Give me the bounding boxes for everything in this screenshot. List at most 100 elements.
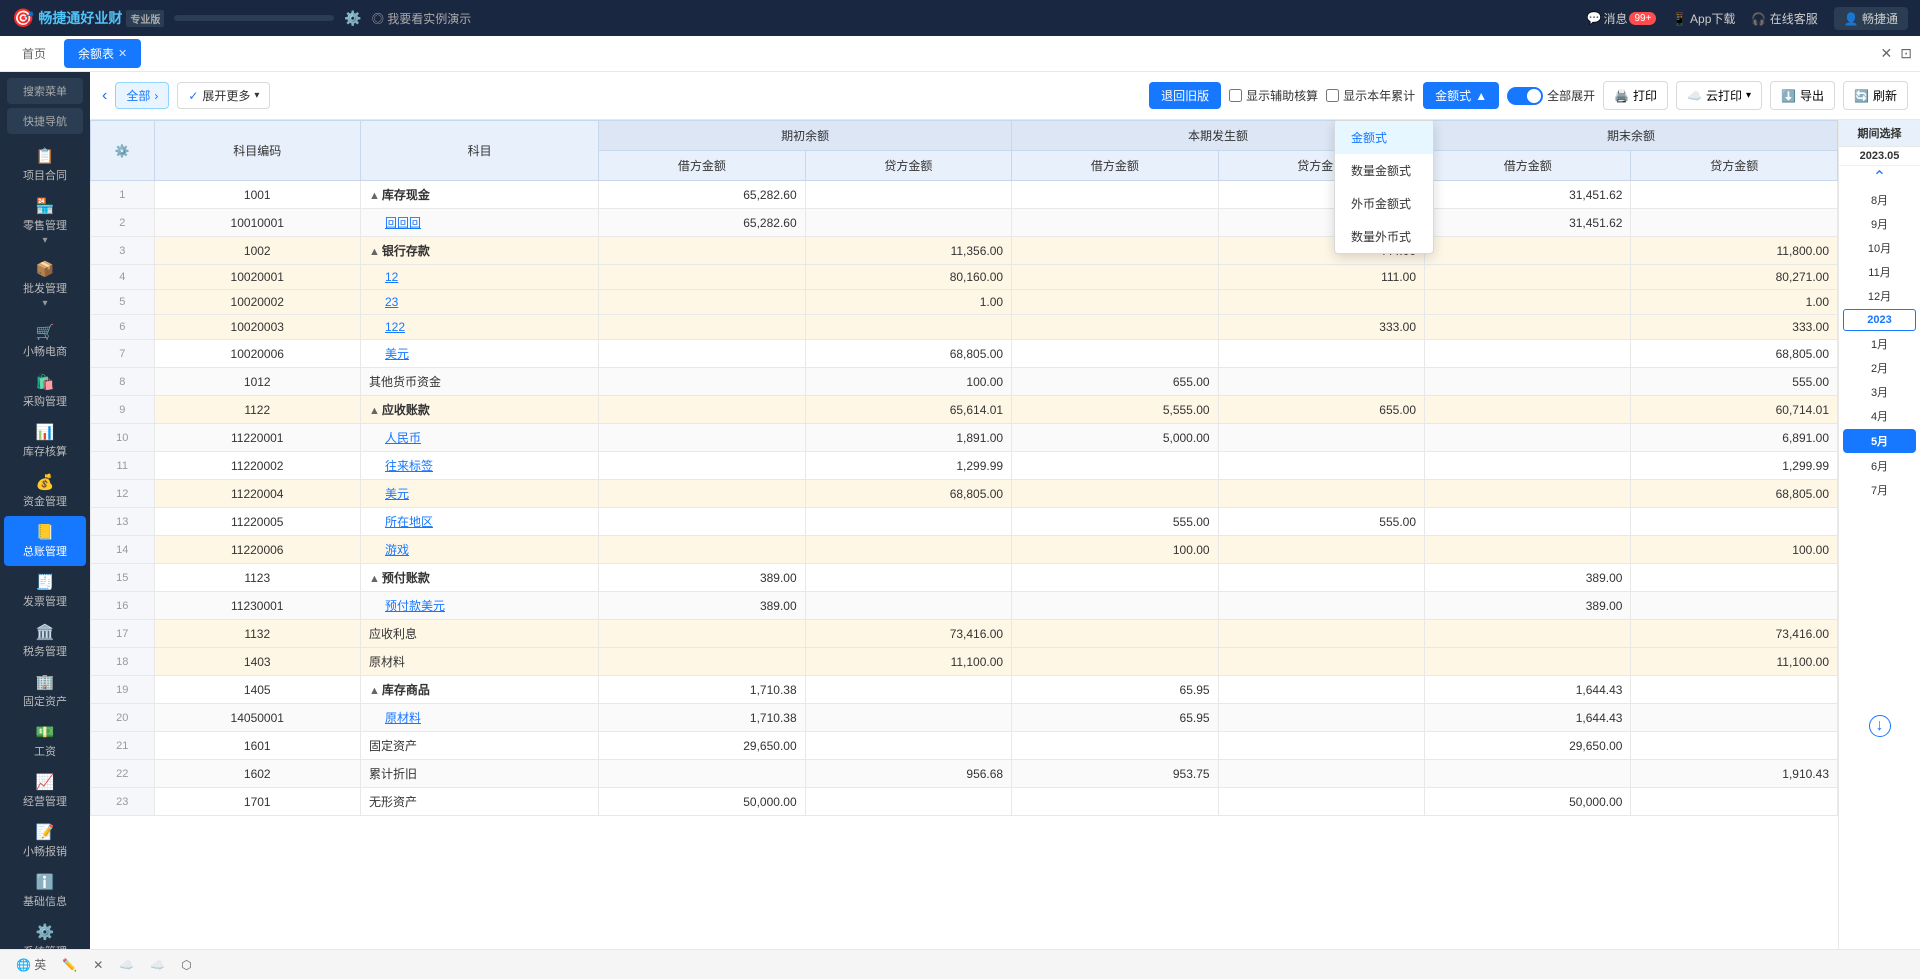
table-row: 1111220002往来标签1,299.991,299.99 <box>91 452 1838 480</box>
cell-name[interactable]: 美元 <box>360 480 598 508</box>
sidebar-item-basic[interactable]: ℹ️ 基础信息 <box>0 866 90 916</box>
cell-period-debit: 100.00 <box>1012 536 1218 564</box>
service-btn[interactable]: 🎧 在线客服 <box>1751 10 1817 27</box>
refresh-btn[interactable]: 🔄 刷新 <box>1843 81 1908 110</box>
toggle-switch[interactable] <box>1507 87 1543 105</box>
table-area: ⚙️ 科目编码 科目 期初余额 本期发生额 期末余额 借方金额 贷方金额 借方金… <box>90 120 1838 949</box>
period-item-12[interactable]: 12月 <box>1839 284 1920 308</box>
sidebar-item-ledger[interactable]: 📒 总账管理 <box>4 516 86 566</box>
cell-code: 1132 <box>154 620 360 648</box>
cell-closing-debit <box>1425 265 1631 290</box>
sidebar-item-wholesale[interactable]: 📦 批发管理 ▾ <box>0 253 90 316</box>
cell-closing-credit: 60,714.01 <box>1631 396 1838 424</box>
sidebar-item-salary[interactable]: 💵 工资 <box>0 716 90 766</box>
period-item-6[interactable]: 6月 <box>1839 454 1920 478</box>
sidebar-item-tax[interactable]: 🏛️ 税务管理 <box>0 616 90 666</box>
tab-balance[interactable]: 余额表 ✕ <box>64 39 141 68</box>
sidebar-item-system[interactable]: ⚙️ 系统管理 <box>0 916 90 949</box>
nav-back-icon[interactable]: ‹ <box>102 87 107 105</box>
aux-checkbox[interactable] <box>1229 89 1242 102</box>
period-item-1[interactable]: 1月 <box>1839 332 1920 356</box>
col-settings[interactable]: ⚙️ <box>91 121 155 181</box>
cell-name[interactable]: 所在地区 <box>360 508 598 536</box>
dropdown-item-fx-amount[interactable]: 外币金额式 <box>1335 187 1433 220</box>
period-item-10[interactable]: 10月 <box>1839 236 1920 260</box>
cloud-print-btn[interactable]: ☁️ 云打印 ▾ <box>1676 81 1762 110</box>
period-item-year-2023[interactable]: 2023 <box>1843 309 1916 331</box>
table-row: 81012其他货币资金100.00655.00555.00 <box>91 368 1838 396</box>
aux-check-label[interactable]: 显示辅助核算 <box>1229 87 1318 104</box>
ytd-checkbox[interactable] <box>1326 89 1339 102</box>
status-text-1[interactable]: 🌐 英 <box>16 956 46 973</box>
sidebar-item-funds[interactable]: 💰 资金管理 <box>0 466 90 516</box>
wholesale-icon: 📦 <box>36 260 55 278</box>
period-scroll-up[interactable]: ⌃ <box>1839 166 1920 188</box>
quick-nav[interactable]: 快捷导航 <box>7 108 83 134</box>
expand-all-toggle[interactable]: 全部展开 <box>1507 87 1595 105</box>
cell-period-credit <box>1218 368 1424 396</box>
cell-name[interactable]: 人民币 <box>360 424 598 452</box>
status-text-5[interactable]: ☁️ <box>150 958 165 972</box>
period-item-11[interactable]: 11月 <box>1839 260 1920 284</box>
tab-close-icon[interactable]: ✕ <box>118 47 127 60</box>
sidebar-item-retail[interactable]: 🏪 零售管理 ▾ <box>0 190 90 253</box>
print-btn[interactable]: 🖨️ 打印 <box>1603 81 1668 110</box>
sidebar-item-inventory[interactable]: 📊 库存核算 <box>0 416 90 466</box>
cell-name[interactable]: 回回回 <box>360 209 598 237</box>
breadcrumb-all[interactable]: 全部 › <box>115 82 169 109</box>
sidebar-item-assets[interactable]: 🏢 固定资产 <box>0 666 90 716</box>
export-btn[interactable]: ⬇️ 导出 <box>1770 81 1835 110</box>
ytd-check-label[interactable]: 显示本年累计 <box>1326 87 1415 104</box>
period-item-9[interactable]: 9月 <box>1839 212 1920 236</box>
cell-name: 累计折旧 <box>360 760 598 788</box>
status-text-3[interactable]: ✕ <box>93 958 103 972</box>
cell-name[interactable]: 美元 <box>360 340 598 368</box>
period-item-4[interactable]: 4月 <box>1839 404 1920 428</box>
status-text-4[interactable]: ☁️ <box>119 958 134 972</box>
style-btn[interactable]: 金额式 ▲ <box>1423 82 1499 109</box>
period-item-2[interactable]: 2月 <box>1839 356 1920 380</box>
tab-home[interactable]: 首页 <box>8 39 60 68</box>
dropdown-item-amount[interactable]: 金额式 <box>1335 121 1433 154</box>
demo-link[interactable]: ◎ 我要看实例演示 <box>372 10 471 27</box>
cell-period-debit <box>1012 564 1218 592</box>
period-item-7[interactable]: 7月 <box>1839 478 1920 502</box>
expand-more-btn[interactable]: ✓ 展开更多 ▾ <box>177 82 270 109</box>
cell-opening-debit <box>599 480 805 508</box>
download-btn[interactable]: 📱 App下载 <box>1672 10 1735 27</box>
sidebar-item-invoice[interactable]: 🧾 发票管理 <box>0 566 90 616</box>
cell-name[interactable]: 往来标签 <box>360 452 598 480</box>
dropdown-item-qty-fx[interactable]: 数量外币式 <box>1335 220 1433 253</box>
table-row: 171132应收利息73,416.0073,416.00 <box>91 620 1838 648</box>
cell-period-credit <box>1218 452 1424 480</box>
cell-period-debit: 555.00 <box>1012 508 1218 536</box>
sidebar-item-ecommerce[interactable]: 🛒 小畅电商 <box>0 316 90 366</box>
tab-window-maximize[interactable]: ⊡ <box>1900 45 1912 62</box>
status-text-2[interactable]: ✏️ <box>62 958 77 972</box>
cell-num: 3 <box>91 237 155 265</box>
period-item-5-active[interactable]: 5月 <box>1843 429 1916 453</box>
message-btn[interactable]: 💬 消息 99+ <box>1586 10 1656 27</box>
cell-name[interactable]: 122 <box>360 315 598 340</box>
cell-name[interactable]: 原材料 <box>360 704 598 732</box>
sidebar-item-expense[interactable]: 📝 小畅报销 <box>0 816 90 866</box>
cell-name[interactable]: 游戏 <box>360 536 598 564</box>
cell-name[interactable]: 12 <box>360 265 598 290</box>
period-item-8[interactable]: 8月 <box>1839 188 1920 212</box>
cell-name[interactable]: 预付款美元 <box>360 592 598 620</box>
status-text-6[interactable]: ⬡ <box>181 958 191 972</box>
cell-name[interactable]: 23 <box>360 290 598 315</box>
sidebar-item-project[interactable]: 📋 项目合同 <box>0 140 90 190</box>
cell-closing-debit: 389.00 <box>1425 592 1631 620</box>
sidebar-item-operations[interactable]: 📈 经营管理 <box>0 766 90 816</box>
cell-closing-debit: 29,650.00 <box>1425 732 1631 760</box>
dropdown-item-qty-amount[interactable]: 数量金额式 <box>1335 154 1433 187</box>
back-old-version-btn[interactable]: 退回旧版 <box>1149 82 1221 109</box>
settings-icon[interactable]: ⚙️ <box>344 10 361 27</box>
sidebar-item-purchase[interactable]: 🛍️ 采购管理 <box>0 366 90 416</box>
tab-window-close[interactable]: ✕ <box>1881 45 1893 62</box>
period-scroll-down[interactable]: ↓ <box>1869 715 1891 737</box>
period-item-3[interactable]: 3月 <box>1839 380 1920 404</box>
search-menu[interactable]: 搜索菜单 <box>7 78 83 104</box>
user-avatar[interactable]: 👤 畅捷通 <box>1834 7 1908 30</box>
